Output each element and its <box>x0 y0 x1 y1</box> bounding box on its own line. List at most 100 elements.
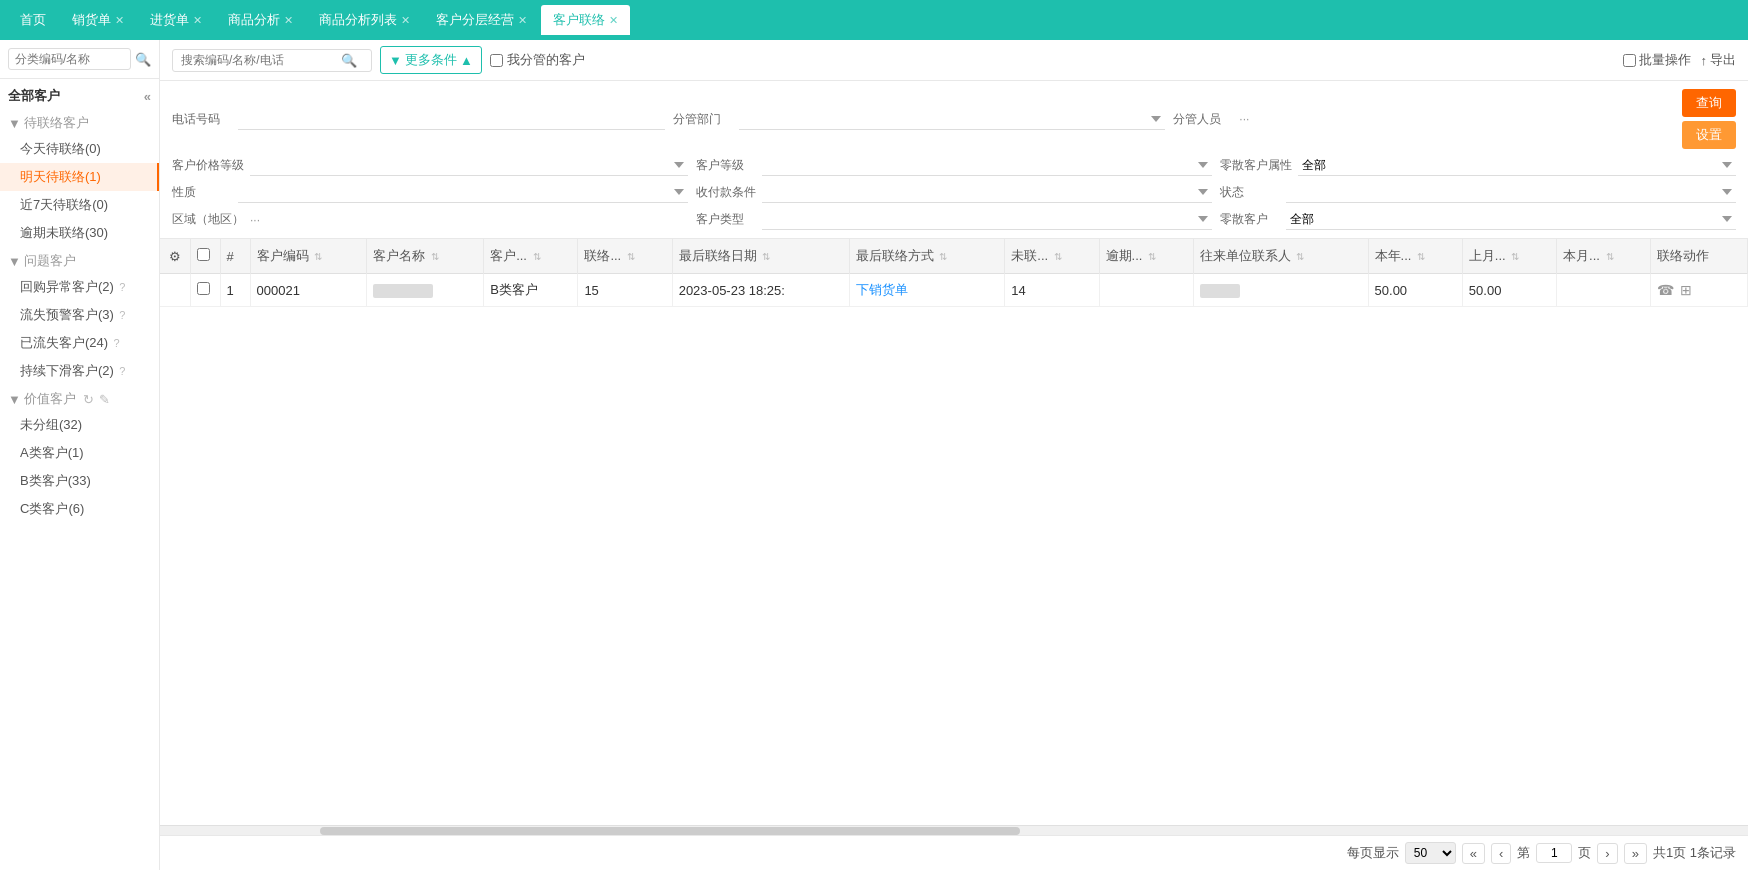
nav-customer-tier[interactable]: 客户分层经营 ✕ <box>424 5 539 35</box>
phone-input[interactable] <box>238 109 665 130</box>
col-name[interactable]: 客户名称 ⇅ <box>367 239 484 274</box>
horizontal-scrollbar[interactable] <box>160 825 1748 835</box>
col-checkbox[interactable] <box>190 239 220 274</box>
sidebar-item-ungrouped[interactable]: 未分组(32) <box>0 411 159 439</box>
nav-home[interactable]: 首页 <box>8 5 58 35</box>
sidebar-item-b-class[interactable]: B类客户(33) <box>0 467 159 495</box>
sidebar-item-churned[interactable]: 已流失客户(24) ? <box>0 329 159 357</box>
edit-group-icon[interactable]: ✎ <box>99 392 110 407</box>
bulk-action-link[interactable]: 批量操作 <box>1623 51 1691 69</box>
all-customers-header[interactable]: 全部客户 « <box>0 79 159 109</box>
sort-contact-icon: ⇅ <box>627 251 635 262</box>
col-this-year[interactable]: 本年... ⇅ <box>1368 239 1462 274</box>
my-customers-checkbox-label[interactable]: 我分管的客户 <box>490 51 585 69</box>
group-value-customers: ▼ 价值客户 ↻ ✎ <box>0 385 159 411</box>
my-customers-checkbox[interactable] <box>490 54 503 67</box>
collapse-icon[interactable]: « <box>144 89 151 104</box>
nav-home-label: 首页 <box>20 11 46 29</box>
region-dots[interactable]: ··· <box>250 213 260 227</box>
status-select[interactable] <box>1286 182 1736 203</box>
sidebar-item-tomorrow[interactable]: 明天待联络(1) <box>0 163 159 191</box>
last-page-button[interactable]: » <box>1624 843 1647 864</box>
first-page-button[interactable]: « <box>1462 843 1485 864</box>
refresh-icon[interactable]: ↻ <box>83 392 94 407</box>
sort-unit-icon: ⇅ <box>1296 251 1304 262</box>
more-conditions-button[interactable]: ▼ 更多条件 ▲ <box>380 46 482 74</box>
nav-product-list-label: 商品分析列表 <box>319 11 397 29</box>
retail-customer-select[interactable]: 全部 <box>1286 209 1736 230</box>
nav-purchase-close[interactable]: ✕ <box>193 14 202 27</box>
select-all-checkbox[interactable] <box>197 248 210 261</box>
table-header-row: ⚙ # 客户编码 ⇅ 客户名称 ⇅ 客户... ⇅ 联络... ⇅ 最后联络日期… <box>160 239 1748 274</box>
customer-type-select[interactable] <box>762 209 1212 230</box>
retail-attr-select[interactable]: 全部 <box>1298 155 1736 176</box>
bulk-action-checkbox[interactable] <box>1623 54 1636 67</box>
filter-icon: ▼ <box>389 53 402 68</box>
sidebar-search-icon[interactable]: 🔍 <box>135 52 151 67</box>
sidebar-item-repurchase-abnormal[interactable]: 回购异常客户(2) ? <box>0 273 159 301</box>
dept-select[interactable] <box>739 109 1166 130</box>
nav-product-list[interactable]: 商品分析列表 ✕ <box>307 5 422 35</box>
cell-code: 000021 <box>250 274 367 307</box>
sidebar-item-churn-warning[interactable]: 流失预警客户(3) ? <box>0 301 159 329</box>
export-link[interactable]: ↑ 导出 <box>1701 51 1737 69</box>
prev-page-button[interactable]: ‹ <box>1491 843 1511 864</box>
col-last-month[interactable]: 上月... ⇅ <box>1462 239 1556 274</box>
nav-sales-close[interactable]: ✕ <box>115 14 124 27</box>
sidebar-item-c-class[interactable]: C类客户(6) <box>0 495 159 523</box>
nature-field: 性质 <box>172 182 688 203</box>
nav-sales-order[interactable]: 销货单 ✕ <box>60 5 136 35</box>
nav-purchase-order[interactable]: 进货单 ✕ <box>138 5 214 35</box>
col-code[interactable]: 客户编码 ⇅ <box>250 239 367 274</box>
col-last-method[interactable]: 最后联络方式 ⇅ <box>849 239 1004 274</box>
settings-button[interactable]: 设置 <box>1682 121 1736 149</box>
price-level-select[interactable] <box>250 155 688 176</box>
sidebar-item-declining[interactable]: 持续下滑客户(2) ? <box>0 357 159 385</box>
nature-select[interactable] <box>238 182 688 203</box>
col-customer-type[interactable]: 客户... ⇅ <box>484 239 578 274</box>
phone-action-icon[interactable]: ☎ <box>1657 282 1674 298</box>
cell-overdue <box>1099 274 1193 307</box>
col-uncontacted[interactable]: 未联... ⇅ <box>1005 239 1099 274</box>
col-settings[interactable]: ⚙ <box>160 239 190 274</box>
customer-level-label: 客户等级 <box>696 157 756 174</box>
col-this-month[interactable]: 本月... ⇅ <box>1557 239 1651 274</box>
payment-select[interactable] <box>762 182 1212 203</box>
cell-this-month <box>1557 274 1651 307</box>
sidebar-item-today[interactable]: 今天待联络(0) <box>0 135 159 163</box>
col-unit-contact[interactable]: 往来单位联系人 ⇅ <box>1193 239 1368 274</box>
per-page-select[interactable]: 50 10 20 100 <box>1405 842 1456 864</box>
cell-checkbox[interactable] <box>190 274 220 307</box>
scrollbar-thumb[interactable] <box>320 827 1020 835</box>
col-overdue[interactable]: 逾期... ⇅ <box>1099 239 1193 274</box>
page-input[interactable] <box>1536 843 1572 863</box>
nav-product-close[interactable]: ✕ <box>284 14 293 27</box>
sidebar-item-a-class[interactable]: A类客户(1) <box>0 439 159 467</box>
my-customers-label: 我分管的客户 <box>507 51 585 69</box>
search-icon[interactable]: 🔍 <box>341 53 357 68</box>
nav-customer-contact[interactable]: 客户联络 ✕ <box>541 5 630 35</box>
person-dots[interactable]: ··· <box>1239 112 1249 126</box>
nav-customer-tier-close[interactable]: ✕ <box>518 14 527 27</box>
last-method-link[interactable]: 下销货单 <box>856 282 908 297</box>
nav-sales-label: 销货单 <box>72 11 111 29</box>
query-button[interactable]: 查询 <box>1682 89 1736 117</box>
sidebar-item-overdue[interactable]: 逾期未联络(30) <box>0 219 159 247</box>
nav-product-analysis[interactable]: 商品分析 ✕ <box>216 5 305 35</box>
search-box[interactable]: 🔍 <box>172 49 372 72</box>
cell-index: 1 <box>220 274 250 307</box>
more-action-icon[interactable]: ⊞ <box>1680 282 1692 298</box>
cell-last-method[interactable]: 下销货单 <box>849 274 1004 307</box>
search-input[interactable] <box>181 53 341 67</box>
nav-customer-contact-close[interactable]: ✕ <box>609 14 618 27</box>
col-last-date[interactable]: 最后联络日期 ⇅ <box>672 239 849 274</box>
col-contact[interactable]: 联络... ⇅ <box>578 239 672 274</box>
sort-uncontacted-icon: ⇅ <box>1054 251 1062 262</box>
customer-level-select[interactable] <box>762 155 1212 176</box>
value-customers-label: 价值客户 <box>24 390 76 408</box>
nav-product-list-close[interactable]: ✕ <box>401 14 410 27</box>
sidebar-search-input[interactable] <box>8 48 131 70</box>
sidebar-item-7days[interactable]: 近7天待联络(0) <box>0 191 159 219</box>
row-checkbox[interactable] <box>197 282 210 295</box>
next-page-button[interactable]: › <box>1597 843 1617 864</box>
